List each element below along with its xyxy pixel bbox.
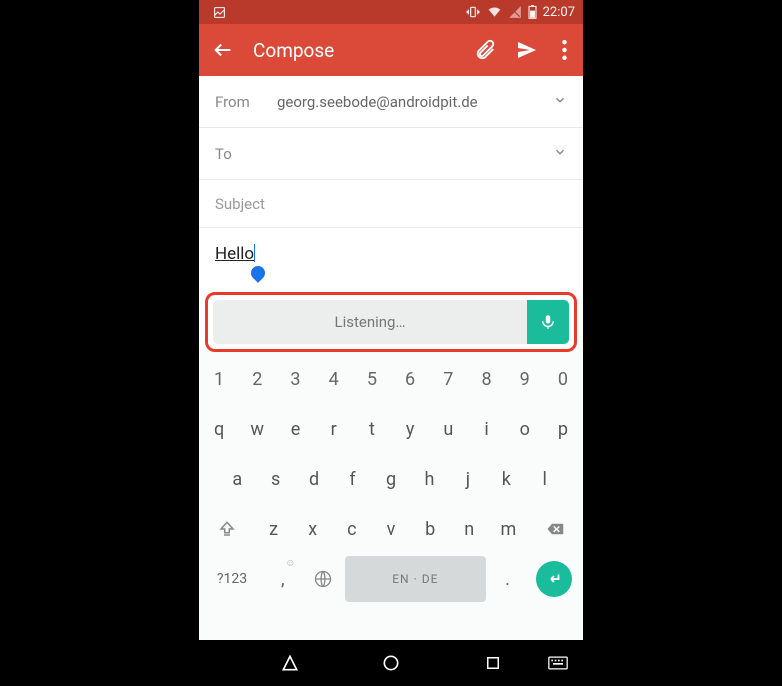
- key-h[interactable]: h: [411, 456, 447, 502]
- back-icon[interactable]: [211, 38, 235, 62]
- key-g[interactable]: g: [373, 456, 409, 502]
- keyboard-row-zxcv: z x c v b n m: [201, 506, 581, 552]
- key-k[interactable]: k: [488, 456, 524, 502]
- key-4[interactable]: 4: [316, 356, 352, 402]
- key-u[interactable]: u: [430, 406, 466, 452]
- key-a[interactable]: a: [219, 456, 255, 502]
- subject-placeholder: Subject: [215, 195, 567, 213]
- attach-icon[interactable]: [473, 38, 497, 62]
- key-c[interactable]: c: [333, 506, 370, 552]
- keyboard-row-qwerty: q w e r t y u i o p: [201, 406, 581, 452]
- enter-icon: [536, 561, 572, 597]
- app-bar: Compose: [199, 24, 583, 76]
- key-0[interactable]: 0: [545, 356, 581, 402]
- key-5[interactable]: 5: [354, 356, 390, 402]
- phone-frame: 22:07 Compose From georg.seebode@android…: [199, 0, 583, 686]
- language-key[interactable]: [304, 556, 341, 602]
- symbols-key[interactable]: ?123: [203, 556, 261, 602]
- nav-back-icon[interactable]: [279, 652, 301, 674]
- vibrate-icon: [465, 5, 481, 19]
- status-bar: 22:07: [199, 0, 583, 24]
- key-d[interactable]: d: [296, 456, 332, 502]
- backspace-key[interactable]: [529, 506, 581, 552]
- notification-icon: [213, 6, 226, 19]
- key-v[interactable]: v: [372, 506, 409, 552]
- key-r[interactable]: r: [316, 406, 352, 452]
- key-b[interactable]: b: [412, 506, 449, 552]
- key-f[interactable]: f: [334, 456, 370, 502]
- key-t[interactable]: t: [354, 406, 390, 452]
- key-3[interactable]: 3: [277, 356, 313, 402]
- key-6[interactable]: 6: [392, 356, 428, 402]
- chevron-down-icon: [553, 145, 567, 163]
- key-2[interactable]: 2: [239, 356, 275, 402]
- keyboard-row-bottom: ?123 ☺ , EN · DE .: [201, 556, 581, 602]
- mic-icon[interactable]: [527, 300, 569, 344]
- nav-bar: [199, 640, 583, 686]
- keyboard-row-numbers: 1 2 3 4 5 6 7 8 9 0: [201, 356, 581, 402]
- voice-input-highlight: Listening…: [205, 292, 577, 352]
- key-s[interactable]: s: [257, 456, 293, 502]
- emoji-icon: ☺: [285, 558, 295, 569]
- key-l[interactable]: l: [527, 456, 563, 502]
- key-j[interactable]: j: [450, 456, 486, 502]
- from-label: From: [215, 93, 263, 111]
- to-field[interactable]: To: [199, 128, 583, 180]
- key-8[interactable]: 8: [468, 356, 504, 402]
- voice-status-text: Listening…: [213, 313, 527, 331]
- page-title: Compose: [253, 39, 455, 62]
- key-1[interactable]: 1: [201, 356, 237, 402]
- signal-icon: [508, 5, 522, 19]
- key-9[interactable]: 9: [507, 356, 543, 402]
- comma-key[interactable]: ☺ ,: [264, 556, 301, 602]
- status-time: 22:07: [543, 5, 575, 20]
- comma-label: ,: [281, 569, 285, 590]
- key-e[interactable]: e: [277, 406, 313, 452]
- battery-icon: [528, 5, 537, 19]
- body-field[interactable]: Hello: [199, 228, 583, 286]
- key-7[interactable]: 7: [430, 356, 466, 402]
- key-n[interactable]: n: [451, 506, 488, 552]
- from-field[interactable]: From georg.seebode@androidpit.de: [199, 76, 583, 128]
- key-o[interactable]: o: [507, 406, 543, 452]
- voice-input-bar[interactable]: Listening…: [213, 300, 569, 344]
- key-p[interactable]: p: [545, 406, 581, 452]
- shift-key[interactable]: [201, 506, 253, 552]
- period-key[interactable]: .: [489, 556, 526, 602]
- nav-home-icon[interactable]: [380, 652, 402, 674]
- from-value: georg.seebode@androidpit.de: [277, 93, 539, 111]
- space-key[interactable]: EN · DE: [345, 556, 486, 602]
- overflow-menu-icon[interactable]: [557, 38, 571, 62]
- key-m[interactable]: m: [490, 506, 527, 552]
- key-x[interactable]: x: [294, 506, 331, 552]
- subject-field[interactable]: Subject: [199, 180, 583, 228]
- keyboard-row-asdf: a s d f g h j k l: [201, 456, 581, 502]
- keyboard-collapse-icon[interactable]: [547, 652, 569, 674]
- cursor-handle[interactable]: [248, 263, 268, 283]
- to-label: To: [215, 145, 263, 163]
- key-z[interactable]: z: [255, 506, 292, 552]
- key-i[interactable]: i: [468, 406, 504, 452]
- body-text: Hello: [215, 244, 254, 264]
- keyboard: 1 2 3 4 5 6 7 8 9 0 q w e r t y u i o p …: [199, 352, 583, 640]
- wifi-icon: [487, 5, 502, 19]
- send-icon[interactable]: [515, 38, 539, 62]
- enter-key[interactable]: [529, 556, 579, 602]
- key-w[interactable]: w: [239, 406, 275, 452]
- nav-recent-icon[interactable]: [482, 652, 504, 674]
- key-y[interactable]: y: [392, 406, 428, 452]
- chevron-down-icon: [553, 93, 567, 111]
- key-q[interactable]: q: [201, 406, 237, 452]
